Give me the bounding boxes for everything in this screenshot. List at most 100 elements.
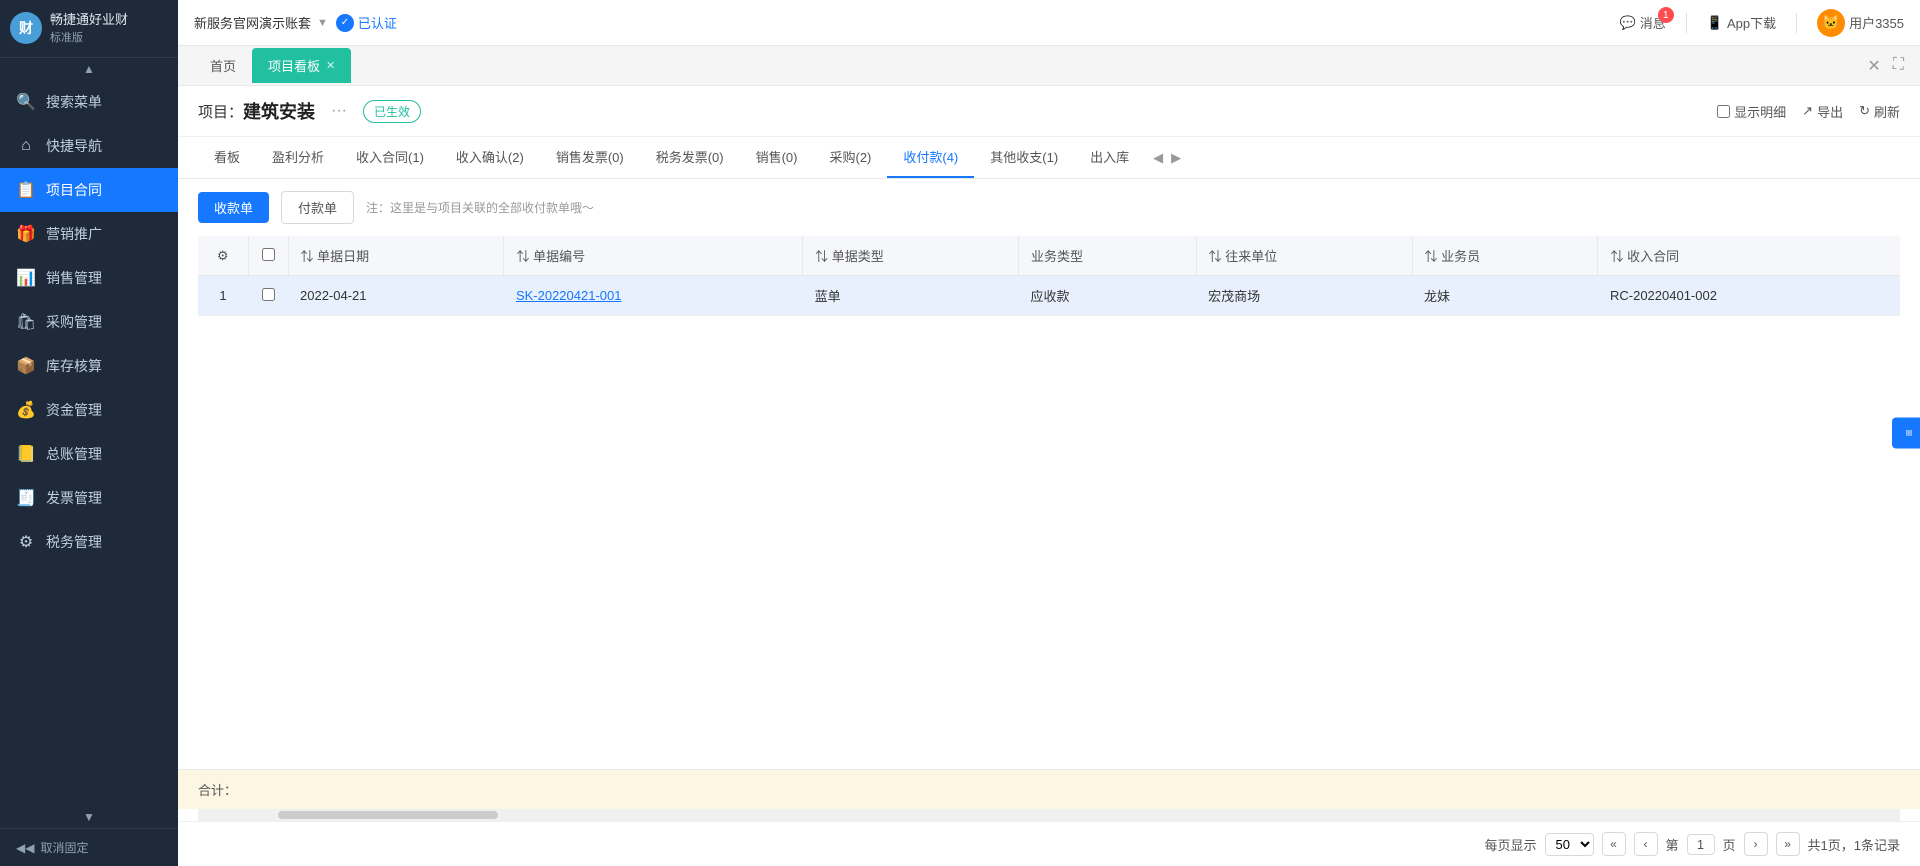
tab-project-board[interactable]: 项目看板 ✕ xyxy=(252,48,351,83)
table-row[interactable]: 1 2022-04-21 SK-20220421-001 蓝单 应收款 宏茂商场… xyxy=(198,276,1900,316)
total-row: 合计： xyxy=(178,769,1920,809)
maximize-window-icon[interactable]: ⛶ xyxy=(1893,56,1904,76)
cell-number[interactable]: SK-20220421-001 xyxy=(504,276,803,316)
main-wrapper: 新服务官网演示账套 ▼ ✓ 已认证 💬 消息 1 📱 App下载 🐱 用户 xyxy=(178,0,1920,866)
sidebar-item-inventory[interactable]: 📦 库存核算 xyxy=(0,344,178,388)
sidebar-item-ledger[interactable]: 📒 总账管理 xyxy=(0,432,178,476)
home-icon: ⌂ xyxy=(16,136,36,156)
message-button[interactable]: 💬 消息 1 xyxy=(1620,13,1666,32)
tab-home[interactable]: 首页 xyxy=(194,48,252,83)
show-detail-input[interactable] xyxy=(1717,105,1730,118)
app-download-button[interactable]: 📱 App下载 xyxy=(1707,13,1776,32)
cell-salesperson: 龙妹 xyxy=(1412,276,1598,316)
invoice-icon: 🧾 xyxy=(16,488,36,508)
float-right-panel-button[interactable]: ≡ xyxy=(1892,417,1920,448)
cell-type: 蓝单 xyxy=(803,276,1019,316)
sub-tab-board[interactable]: 看板 xyxy=(198,137,256,178)
sub-tab-warehouse[interactable]: 出入库 xyxy=(1074,137,1145,178)
sidebar-item-marketing[interactable]: 🎁 营销推广 xyxy=(0,212,178,256)
sidebar-item-tax[interactable]: ⚙ 税务管理 xyxy=(0,520,178,564)
sub-tab-sales-invoice[interactable]: 销售发票(0) xyxy=(540,137,640,178)
tab-close-icon[interactable]: ✕ xyxy=(326,59,335,72)
page-prefix: 第 xyxy=(1666,835,1679,854)
refresh-label: 刷新 xyxy=(1874,102,1900,121)
user-menu[interactable]: 🐱 用户3355 xyxy=(1817,9,1904,37)
prev-page-icon: ‹ xyxy=(1644,837,1648,851)
purchase-icon: 🛍 xyxy=(16,312,36,332)
first-page-icon: « xyxy=(1610,837,1617,851)
sub-tab-income-contract[interactable]: 收入合同(1) xyxy=(340,137,440,178)
sidebar-scroll-up[interactable]: ▲ xyxy=(0,58,178,80)
table-header-row: ⚙ ⇅ 单据日期 ⇅ 单据编号 xyxy=(198,236,1900,276)
unpin-button[interactable]: ◀◀ 取消固定 xyxy=(0,828,178,866)
project-icon: 📋 xyxy=(16,180,36,200)
per-page-select[interactable]: 50 xyxy=(1545,833,1594,856)
shield-icon: ✓ xyxy=(336,14,354,32)
sub-tab-income-confirm[interactable]: 收入确认(2) xyxy=(440,137,540,178)
export-button[interactable]: ↗ 导出 xyxy=(1802,102,1843,121)
sidebar-item-project-label: 项目合同 xyxy=(46,180,102,200)
sub-tab-other[interactable]: 其他收支(1) xyxy=(974,137,1074,178)
first-page-button[interactable]: « xyxy=(1602,832,1626,856)
cell-contract: RC-20220401-002 xyxy=(1598,276,1900,316)
sidebar-scroll-down[interactable]: ▼ xyxy=(0,806,178,828)
sort-type-icon[interactable]: ⇅ xyxy=(815,249,828,264)
sidebar-item-shortcut[interactable]: ⌂ 快捷导航 xyxy=(0,124,178,168)
account-selector[interactable]: 新服务官网演示账套 ▼ xyxy=(194,13,328,32)
sort-contract-icon[interactable]: ⇅ xyxy=(1610,249,1623,264)
topbar-divider2 xyxy=(1796,13,1797,33)
per-page-label: 每页显示 xyxy=(1484,835,1536,854)
row-checkbox[interactable] xyxy=(262,288,275,301)
last-page-button[interactable]: » xyxy=(1776,832,1800,856)
sidebar-item-sales[interactable]: 📊 销售管理 xyxy=(0,256,178,300)
th-date-label: 单据日期 xyxy=(317,249,369,264)
th-contract: ⇅ 收入合同 xyxy=(1598,236,1900,276)
search-icon: 🔍 xyxy=(16,92,36,112)
sidebar-item-search[interactable]: 🔍 搜索菜单 xyxy=(0,80,178,124)
scroll-thumb[interactable] xyxy=(278,811,498,819)
payments-tab-button[interactable]: 付款单 xyxy=(281,191,354,224)
select-all-checkbox[interactable] xyxy=(262,248,275,261)
sidebar-item-inventory-label: 库存核算 xyxy=(46,356,102,376)
message-badge: 1 xyxy=(1658,7,1674,23)
sort-partner-icon[interactable]: ⇅ xyxy=(1209,249,1222,264)
sub-tab-tax-invoice[interactable]: 税务发票(0) xyxy=(640,137,740,178)
sidebar-item-invoice[interactable]: 🧾 发票管理 xyxy=(0,476,178,520)
sub-tabs: 看板 盈利分析 收入合同(1) 收入确认(2) 销售发票(0) 税务发票(0) … xyxy=(178,137,1920,179)
sidebar-item-purchase[interactable]: 🛍 采购管理 xyxy=(0,300,178,344)
sort-date-icon[interactable]: ⇅ xyxy=(301,249,314,264)
sub-tab-receipts[interactable]: 收付款(4) xyxy=(887,137,974,178)
cell-number-link[interactable]: SK-20220421-001 xyxy=(516,288,622,303)
sidebar-item-finance[interactable]: 💰 资金管理 xyxy=(0,388,178,432)
receipts-tab-button[interactable]: 收款单 xyxy=(198,192,269,223)
account-dropdown-arrow: ▼ xyxy=(317,17,328,29)
settings-icon[interactable]: ⚙ xyxy=(217,248,229,263)
total-pages-info: 共1页，1条记录 xyxy=(1808,835,1900,854)
sub-tab-prev-icon[interactable]: ◀ xyxy=(1153,150,1163,166)
total-label: 合计： xyxy=(198,783,237,798)
next-page-button[interactable]: › xyxy=(1744,832,1768,856)
horizontal-scrollbar[interactable] xyxy=(198,809,1900,821)
th-settings[interactable]: ⚙ xyxy=(198,236,248,276)
sidebar-item-project[interactable]: 📋 项目合同 xyxy=(0,168,178,212)
sort-salesperson-icon[interactable]: ⇅ xyxy=(1425,249,1438,264)
sidebar-item-ledger-label: 总账管理 xyxy=(46,444,102,464)
prev-page-button[interactable]: ‹ xyxy=(1634,832,1658,856)
refresh-icon: ↻ xyxy=(1859,103,1870,119)
sort-number-icon[interactable]: ⇅ xyxy=(516,249,529,264)
project-name: 建筑安装 xyxy=(243,98,315,124)
sub-tab-purchase[interactable]: 采购(2) xyxy=(813,137,887,178)
cell-checkbox[interactable] xyxy=(248,276,288,316)
sub-tab-sales[interactable]: 销售(0) xyxy=(740,137,814,178)
close-window-icon[interactable]: ✕ xyxy=(1867,56,1880,76)
receipts-table: ⚙ ⇅ 单据日期 ⇅ 单据编号 xyxy=(198,236,1900,316)
sub-tab-profit[interactable]: 盈利分析 xyxy=(256,137,340,178)
show-detail-checkbox[interactable]: 显示明细 xyxy=(1717,102,1786,121)
refresh-button[interactable]: ↻ 刷新 xyxy=(1859,102,1900,121)
sub-tab-next-icon[interactable]: ▶ xyxy=(1171,150,1181,166)
th-checkbox[interactable] xyxy=(248,236,288,276)
project-more-button[interactable]: ··· xyxy=(331,102,347,120)
sidebar: 财 畅捷通好业财 标准版 ▲ 🔍 搜索菜单 ⌂ 快捷导航 📋 项目合同 🎁 营销… xyxy=(0,0,178,866)
sidebar-nav: 🔍 搜索菜单 ⌂ 快捷导航 📋 项目合同 🎁 营销推广 📊 销售管理 🛍 采购管… xyxy=(0,80,178,806)
page-content: 项目： 建筑安装 ··· 已生效 显示明细 ↗ 导出 ↻ 刷新 xyxy=(178,86,1920,866)
